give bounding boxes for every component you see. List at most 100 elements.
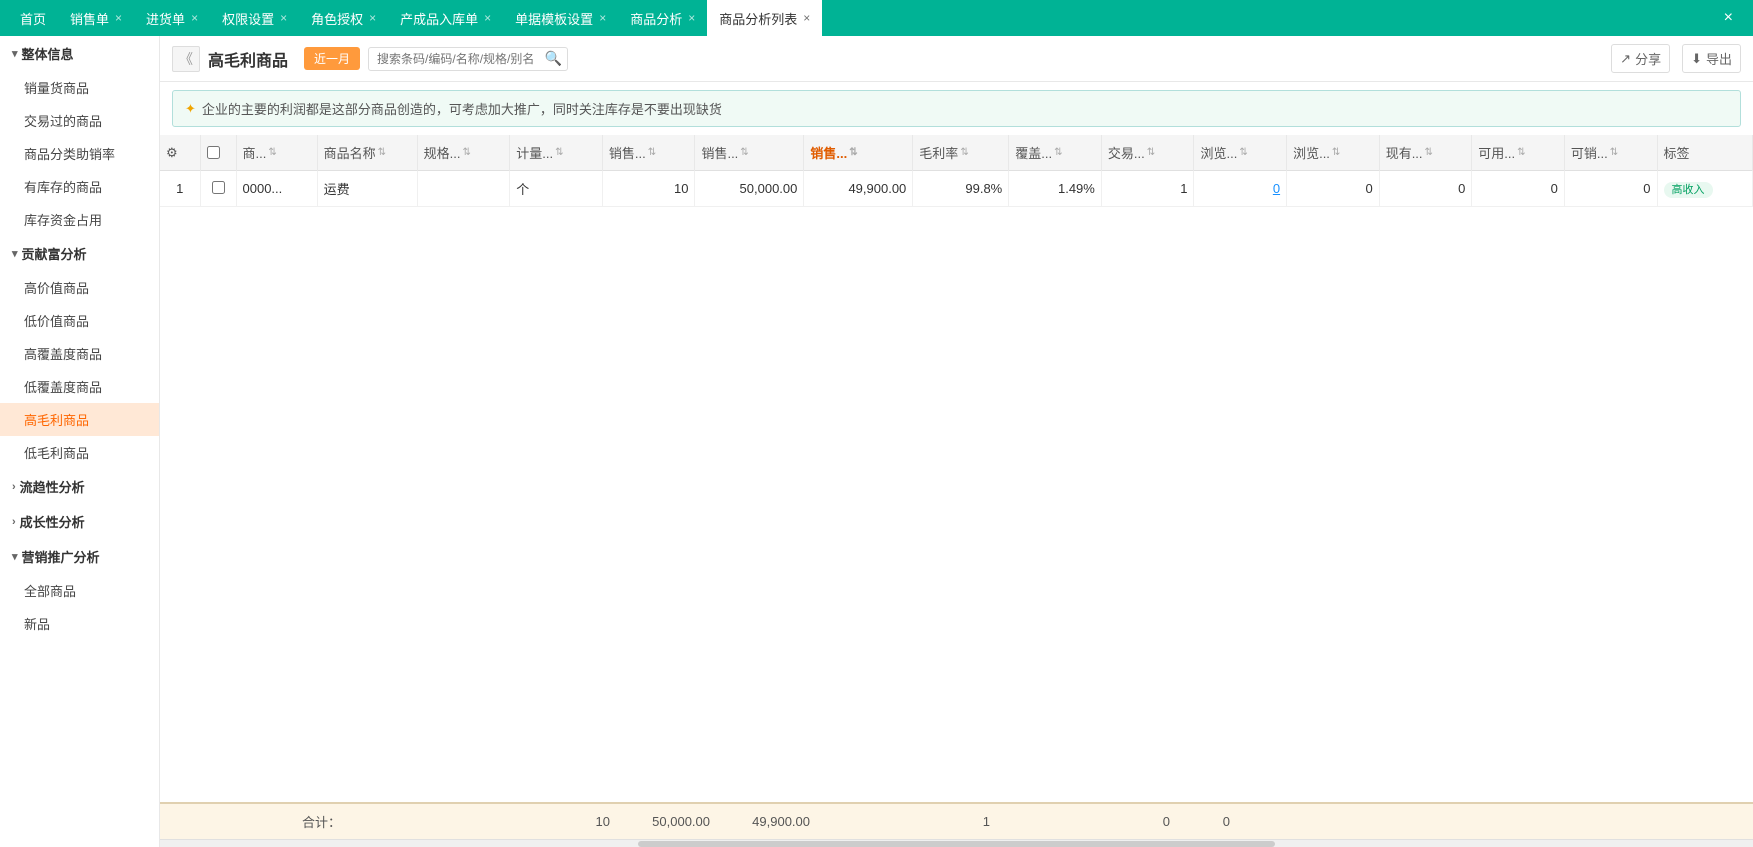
cell-trade: 1: [1101, 171, 1194, 207]
close-template-tab[interactable]: ×: [599, 11, 606, 25]
cell-checkbox[interactable]: [200, 171, 236, 207]
col-coverage[interactable]: 覆盖...⇅: [1009, 135, 1102, 171]
col-current[interactable]: 现有...⇅: [1379, 135, 1472, 171]
col-checkbox[interactable]: [200, 135, 236, 171]
col-available[interactable]: 可用...⇅: [1472, 135, 1565, 171]
tag-badge: 高收入: [1664, 182, 1713, 198]
col-settings[interactable]: ⚙: [160, 135, 200, 171]
select-all-checkbox[interactable]: [207, 146, 220, 159]
sidebar-item-sales-goods[interactable]: 销量货商品: [0, 71, 159, 104]
footer-label: 合计：: [296, 812, 416, 831]
nav-item-analysis-list[interactable]: 商品分析列表 ×: [707, 0, 822, 36]
sidebar-group-overall[interactable]: ▾ 整体信息: [0, 36, 159, 71]
sidebar-item-all-goods[interactable]: 全部商品: [0, 574, 159, 607]
cell-spec: [417, 171, 510, 207]
row-checkbox[interactable]: [212, 181, 225, 194]
col-trade[interactable]: 交易...⇅: [1101, 135, 1194, 171]
sidebar-group-trend[interactable]: › 流趋性分析: [0, 469, 159, 504]
nav-item-template[interactable]: 单据模板设置 ×: [503, 0, 618, 36]
export-button[interactable]: ⬇ 导出: [1682, 44, 1741, 73]
content-area: 《 高毛利商品 近一月 🔍 ↗ 分享 ⬇ 导出 ✦ 企业的主要的利润都是这部分商…: [160, 36, 1753, 847]
page-title: 高毛利商品: [208, 47, 288, 71]
cell-sale-profit: 49,900.00: [804, 171, 913, 207]
close-product-tab[interactable]: ×: [484, 11, 491, 25]
cell-sale-qty: 10: [602, 171, 695, 207]
close-purchase-tab[interactable]: ×: [191, 11, 198, 25]
sidebar-item-high-margin[interactable]: 高毛利商品: [0, 403, 159, 436]
sidebar-item-low-margin[interactable]: 低毛利商品: [0, 436, 159, 469]
col-tag[interactable]: 标签: [1657, 135, 1752, 171]
col-sale-amt[interactable]: 销售...⇅: [695, 135, 804, 171]
sidebar: ▾ 整体信息 销量货商品 交易过的商品 商品分类助销率 有库存的商品 库存资金占…: [0, 36, 160, 847]
export-icon: ⬇: [1691, 51, 1702, 67]
col-browse1[interactable]: 浏览...⇅: [1194, 135, 1287, 171]
col-gross-rate[interactable]: 毛利率⇅: [913, 135, 1009, 171]
sidebar-group-marketing[interactable]: ▾ 营销推广分析: [0, 539, 159, 574]
col-name[interactable]: 商品名称⇅: [317, 135, 417, 171]
table-container[interactable]: ⚙ 商...⇅ 商品名称⇅ 规格...⇅: [160, 135, 1753, 802]
sidebar-item-in-stock[interactable]: 有库存的商品: [0, 170, 159, 203]
search-input[interactable]: [368, 47, 568, 71]
top-nav: 首页 销售单 × 进货单 × 权限设置 × 角色授权 × 产成品入库单 × 单据…: [0, 0, 1753, 36]
arrow-icon: ▾: [12, 47, 18, 60]
footer-sale-profit: 49,900.00: [716, 814, 816, 829]
cell-current: 0: [1379, 171, 1472, 207]
cell-saleable: 0: [1564, 171, 1657, 207]
sidebar-item-low-value[interactable]: 低价值商品: [0, 304, 159, 337]
cell-tag: 高收入: [1657, 171, 1752, 207]
sidebar-item-high-coverage[interactable]: 高覆盖度商品: [0, 337, 159, 370]
cell-gross-rate: 99.8%: [913, 171, 1009, 207]
cell-available: 0: [1472, 171, 1565, 207]
cell-browse1[interactable]: 0: [1194, 171, 1287, 207]
arrow-icon-5: ▾: [12, 550, 18, 563]
share-button[interactable]: ↗ 分享: [1611, 44, 1670, 73]
col-saleable[interactable]: 可销...⇅: [1564, 135, 1657, 171]
close-analysis-list-tab[interactable]: ×: [803, 11, 810, 25]
col-sale-qty[interactable]: 销售...⇅: [602, 135, 695, 171]
arrow-icon-2: ▾: [12, 247, 18, 260]
nav-item-analysis[interactable]: 商品分析 ×: [618, 0, 707, 36]
sidebar-item-new-goods[interactable]: 新品: [0, 607, 159, 640]
footer-sale-amt: 50,000.00: [616, 814, 716, 829]
star-icon: ✦: [185, 101, 196, 117]
sidebar-item-traded-goods[interactable]: 交易过的商品: [0, 104, 159, 137]
sidebar-group-growth[interactable]: › 成长性分析: [0, 504, 159, 539]
col-browse2[interactable]: 浏览...⇅: [1287, 135, 1380, 171]
nav-item-purchase[interactable]: 进货单 ×: [134, 0, 210, 36]
cell-unit: 个: [510, 171, 603, 207]
footer-row: 合计： 10 50,000.00 49,900.00 1 0 0: [160, 802, 1753, 839]
sidebar-item-high-value[interactable]: 高价值商品: [0, 271, 159, 304]
table-row: 1 0000... 运费 个 10 50,000.00 49,900.00 99…: [160, 171, 1753, 207]
nav-item-permission[interactable]: 权限设置 ×: [210, 0, 299, 36]
footer-sale-qty: 10: [556, 814, 616, 829]
cell-coverage: 1.49%: [1009, 171, 1102, 207]
data-table: ⚙ 商...⇅ 商品名称⇅ 规格...⇅: [160, 135, 1753, 207]
nav-item-product[interactable]: 产成品入库单 ×: [388, 0, 503, 36]
close-role-tab[interactable]: ×: [369, 11, 376, 25]
col-spec[interactable]: 规格...⇅: [417, 135, 510, 171]
table-header-row: ⚙ 商...⇅ 商品名称⇅ 规格...⇅: [160, 135, 1753, 171]
sidebar-collapse-button[interactable]: 《: [172, 46, 200, 72]
col-unit[interactable]: 计量...⇅: [510, 135, 603, 171]
date-filter-button[interactable]: 近一月: [304, 47, 360, 70]
cell-index: 1: [160, 171, 200, 207]
col-code[interactable]: 商...⇅: [236, 135, 317, 171]
sidebar-item-low-coverage[interactable]: 低覆盖度商品: [0, 370, 159, 403]
close-permission-tab[interactable]: ×: [280, 11, 287, 25]
close-sales-tab[interactable]: ×: [115, 11, 122, 25]
sidebar-item-stock-capital[interactable]: 库存资金占用: [0, 203, 159, 236]
content-header: 《 高毛利商品 近一月 🔍 ↗ 分享 ⬇ 导出: [160, 36, 1753, 82]
footer-current: 0: [1116, 814, 1176, 829]
col-sale-profit[interactable]: 销售...⇅: [804, 135, 913, 171]
nav-item-role[interactable]: 角色授权 ×: [299, 0, 388, 36]
main-layout: ▾ 整体信息 销量货商品 交易过的商品 商品分类助销率 有库存的商品 库存资金占…: [0, 36, 1753, 847]
window-close-button[interactable]: ×: [1712, 9, 1745, 27]
nav-item-sales[interactable]: 销售单 ×: [58, 0, 134, 36]
close-analysis-tab[interactable]: ×: [688, 11, 695, 25]
search-icon[interactable]: 🔍: [545, 50, 562, 67]
sidebar-item-category-rate[interactable]: 商品分类助销率: [0, 137, 159, 170]
sidebar-group-contribution[interactable]: ▾ 贡献富分析: [0, 236, 159, 271]
share-icon: ↗: [1620, 51, 1631, 67]
nav-item-home[interactable]: 首页: [8, 0, 58, 36]
footer-available: 0: [1176, 814, 1236, 829]
